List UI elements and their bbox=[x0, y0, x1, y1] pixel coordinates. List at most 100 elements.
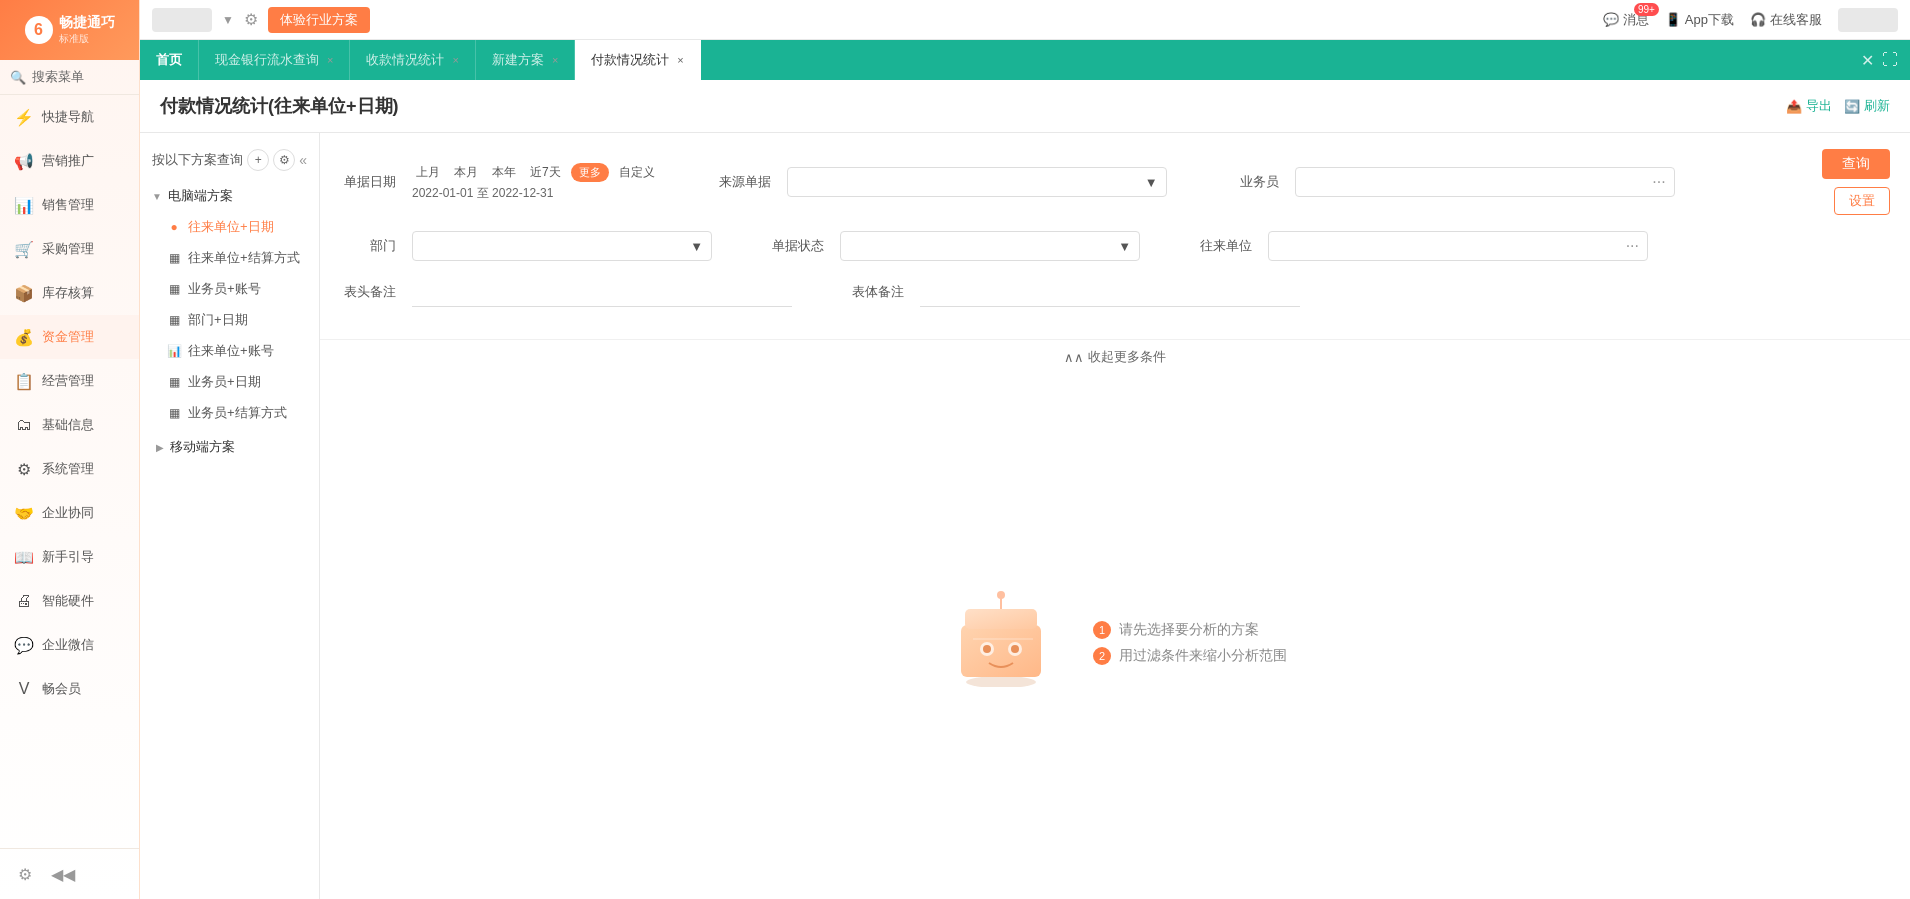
search-menu[interactable]: 🔍 搜索菜单 bbox=[0, 60, 139, 95]
desktop-scheme-group: ▼ 电脑端方案 ● 往来单位+日期 ▦ 往来单位+结算方式 ▦ bbox=[140, 181, 319, 428]
tab-receipt-stat-close[interactable]: × bbox=[452, 54, 458, 66]
svg-point-8 bbox=[997, 591, 1005, 599]
inventory-icon: 📦 bbox=[14, 283, 34, 303]
mobile-group-header[interactable]: ▶ 移动端方案 bbox=[144, 432, 319, 462]
tab-bank[interactable]: 现金银行流水查询 × bbox=[199, 40, 350, 80]
sidebar-item-label: 采购管理 bbox=[42, 240, 94, 258]
operation-icon: 📋 bbox=[14, 371, 34, 391]
topbar-gear-icon[interactable]: ⚙ bbox=[244, 10, 258, 29]
filter-settings-btn[interactable]: 设置 bbox=[1834, 187, 1890, 215]
sidebar-item-label: 库存核算 bbox=[42, 284, 94, 302]
date-btn-7days[interactable]: 近7天 bbox=[526, 162, 565, 183]
scheme-item-label: 业务员+日期 bbox=[188, 373, 261, 391]
sidebar-header: 6 畅捷通巧 标准版 bbox=[0, 0, 139, 60]
dept-select[interactable]: ▼ bbox=[412, 231, 712, 261]
tab-new-scheme[interactable]: 新建方案 × bbox=[476, 40, 575, 80]
sidebar-item-marketing[interactable]: 📢 营销推广 bbox=[0, 139, 139, 183]
system-icon: ⚙ bbox=[14, 459, 34, 479]
scheme-collapse-btn[interactable]: « bbox=[299, 152, 307, 168]
date-btn-more[interactable]: 更多 bbox=[571, 163, 609, 182]
salesman-select[interactable]: ··· bbox=[1295, 167, 1675, 197]
tab-bank-close[interactable]: × bbox=[327, 54, 333, 66]
tab-expand-btn[interactable]: ⛶ bbox=[1882, 51, 1898, 69]
sidebar-item-wechat[interactable]: 💬 企业微信 bbox=[0, 623, 139, 667]
sidebar-item-vip[interactable]: V 畅会员 bbox=[0, 667, 139, 711]
scheme-item-salesman-date[interactable]: ▦ 业务员+日期 bbox=[154, 367, 315, 397]
topbar-user-placeholder bbox=[152, 8, 212, 32]
page-actions: 📤 导出 🔄 刷新 bbox=[1786, 97, 1890, 115]
sidebar-footer: ⚙ ◀◀ bbox=[0, 848, 139, 899]
tab-home[interactable]: 首页 bbox=[140, 40, 199, 80]
desktop-group-header[interactable]: ▼ 电脑端方案 bbox=[140, 181, 319, 211]
sidebar-item-sales[interactable]: 📊 销售管理 bbox=[0, 183, 139, 227]
tab-receipt-stat[interactable]: 收款情况统计 × bbox=[350, 40, 475, 80]
sales-icon: 📊 bbox=[14, 195, 34, 215]
header-note-input[interactable] bbox=[412, 277, 792, 307]
sidebar-item-finance[interactable]: 💰 资金管理 bbox=[0, 315, 139, 359]
scheme-item-salesman-account[interactable]: ▦ 业务员+账号 bbox=[154, 274, 315, 304]
user-avatar[interactable] bbox=[1838, 8, 1898, 32]
sidebar-item-label: 畅会员 bbox=[42, 680, 81, 698]
scheme-item-label: 业务员+结算方式 bbox=[188, 404, 287, 422]
source-select[interactable]: ▼ bbox=[787, 167, 1167, 197]
sidebar-item-collab[interactable]: 🤝 企业协同 bbox=[0, 491, 139, 535]
export-btn[interactable]: 📤 导出 bbox=[1786, 97, 1832, 115]
refresh-btn[interactable]: 🔄 刷新 bbox=[1844, 97, 1890, 115]
query-btn[interactable]: 查询 bbox=[1822, 149, 1890, 179]
date-btn-custom[interactable]: 自定义 bbox=[615, 162, 659, 183]
app-download-btn[interactable]: 📱 App下载 bbox=[1665, 11, 1734, 29]
msg-btn[interactable]: 💬 消息 99+ bbox=[1603, 11, 1649, 29]
sidebar-item-label: 企业协同 bbox=[42, 504, 94, 522]
sidebar-item-purchase[interactable]: 🛒 采购管理 bbox=[0, 227, 139, 271]
tab-payment-stat-close[interactable]: × bbox=[677, 54, 683, 66]
scheme-item-label: 往来单位+日期 bbox=[188, 218, 274, 236]
sidebar-item-inventory[interactable]: 📦 库存核算 bbox=[0, 271, 139, 315]
svg-point-0 bbox=[966, 676, 1036, 687]
service-btn[interactable]: 🎧 在线客服 bbox=[1750, 11, 1822, 29]
sidebar-item-hardware[interactable]: 🖨 智能硬件 bbox=[0, 579, 139, 623]
sidebar-collapse-btn[interactable]: ◀◀ bbox=[48, 859, 78, 889]
tab-new-scheme-close[interactable]: × bbox=[552, 54, 558, 66]
sidebar-item-quick-nav[interactable]: ⚡ 快捷导航 bbox=[0, 95, 139, 139]
content-body: 按以下方案查询 + ⚙ « ▼ 电脑端方案 ● 往 bbox=[140, 133, 1910, 899]
topbar-dropdown-icon[interactable]: ▼ bbox=[222, 13, 234, 27]
refresh-icon: 🔄 bbox=[1844, 99, 1860, 114]
date-btn-last-month[interactable]: 上月 bbox=[412, 162, 444, 183]
tip2-text: 用过滤条件来缩小分析范围 bbox=[1119, 647, 1287, 665]
sidebar-item-guide[interactable]: 📖 新手引导 bbox=[0, 535, 139, 579]
scheme-item-partner-settle[interactable]: ▦ 往来单位+结算方式 bbox=[154, 243, 315, 273]
scheme-item-dept-date[interactable]: ▦ 部门+日期 bbox=[154, 305, 315, 335]
service-icon: 🎧 bbox=[1750, 12, 1766, 27]
sidebar-item-operation[interactable]: 📋 经营管理 bbox=[0, 359, 139, 403]
sidebar-item-label: 快捷导航 bbox=[42, 108, 94, 126]
date-btn-this-year[interactable]: 本年 bbox=[488, 162, 520, 183]
filter-row-3: 表头备注 表体备注 bbox=[340, 277, 1890, 307]
app-label: App下载 bbox=[1685, 11, 1734, 29]
tab-close-all-btn[interactable]: ✕ bbox=[1861, 51, 1874, 70]
body-note-input[interactable] bbox=[920, 277, 1300, 307]
sidebar-item-basic[interactable]: 🗂 基础信息 bbox=[0, 403, 139, 447]
mobile-scheme-group: ▶ 移动端方案 bbox=[140, 432, 319, 462]
industry-btn[interactable]: 体验行业方案 bbox=[268, 7, 370, 33]
scheme-settings-btn[interactable]: ⚙ bbox=[273, 149, 295, 171]
scheme-add-btn[interactable]: + bbox=[247, 149, 269, 171]
page-header: 付款情况统计(往来单位+日期) 📤 导出 🔄 刷新 bbox=[140, 80, 1910, 133]
sidebar-item-system[interactable]: ⚙ 系统管理 bbox=[0, 447, 139, 491]
date-btn-this-month[interactable]: 本月 bbox=[450, 162, 482, 183]
scheme-table-icon: ▦ bbox=[166, 281, 182, 297]
partner-dots[interactable]: ··· bbox=[1626, 237, 1639, 255]
app-logo: 6 bbox=[25, 16, 53, 44]
scheme-item-partner-account[interactable]: 📊 往来单位+账号 bbox=[154, 336, 315, 366]
tab-payment-stat[interactable]: 付款情况统计 × bbox=[575, 40, 700, 80]
date-label: 单据日期 bbox=[340, 173, 396, 191]
partner-label: 往来单位 bbox=[1196, 237, 1252, 255]
empty-text: 1 请先选择要分析的方案 2 用过滤条件来缩小分析范围 bbox=[1093, 621, 1287, 673]
partner-select[interactable]: ··· bbox=[1268, 231, 1648, 261]
scheme-item-salesman-settle[interactable]: ▦ 业务员+结算方式 bbox=[154, 398, 315, 428]
scheme-item-partner-date[interactable]: ● 往来单位+日期 bbox=[154, 212, 315, 242]
collapse-conditions-btn[interactable]: ∧∧ 收起更多条件 bbox=[1064, 348, 1166, 366]
tabbar: 首页 现金银行流水查询 × 收款情况统计 × 新建方案 × 付款情况统计 × ✕… bbox=[140, 40, 1910, 80]
salesman-dots[interactable]: ··· bbox=[1652, 173, 1665, 191]
sidebar-settings-btn[interactable]: ⚙ bbox=[10, 859, 40, 889]
doc-status-select[interactable]: ▼ bbox=[840, 231, 1140, 261]
